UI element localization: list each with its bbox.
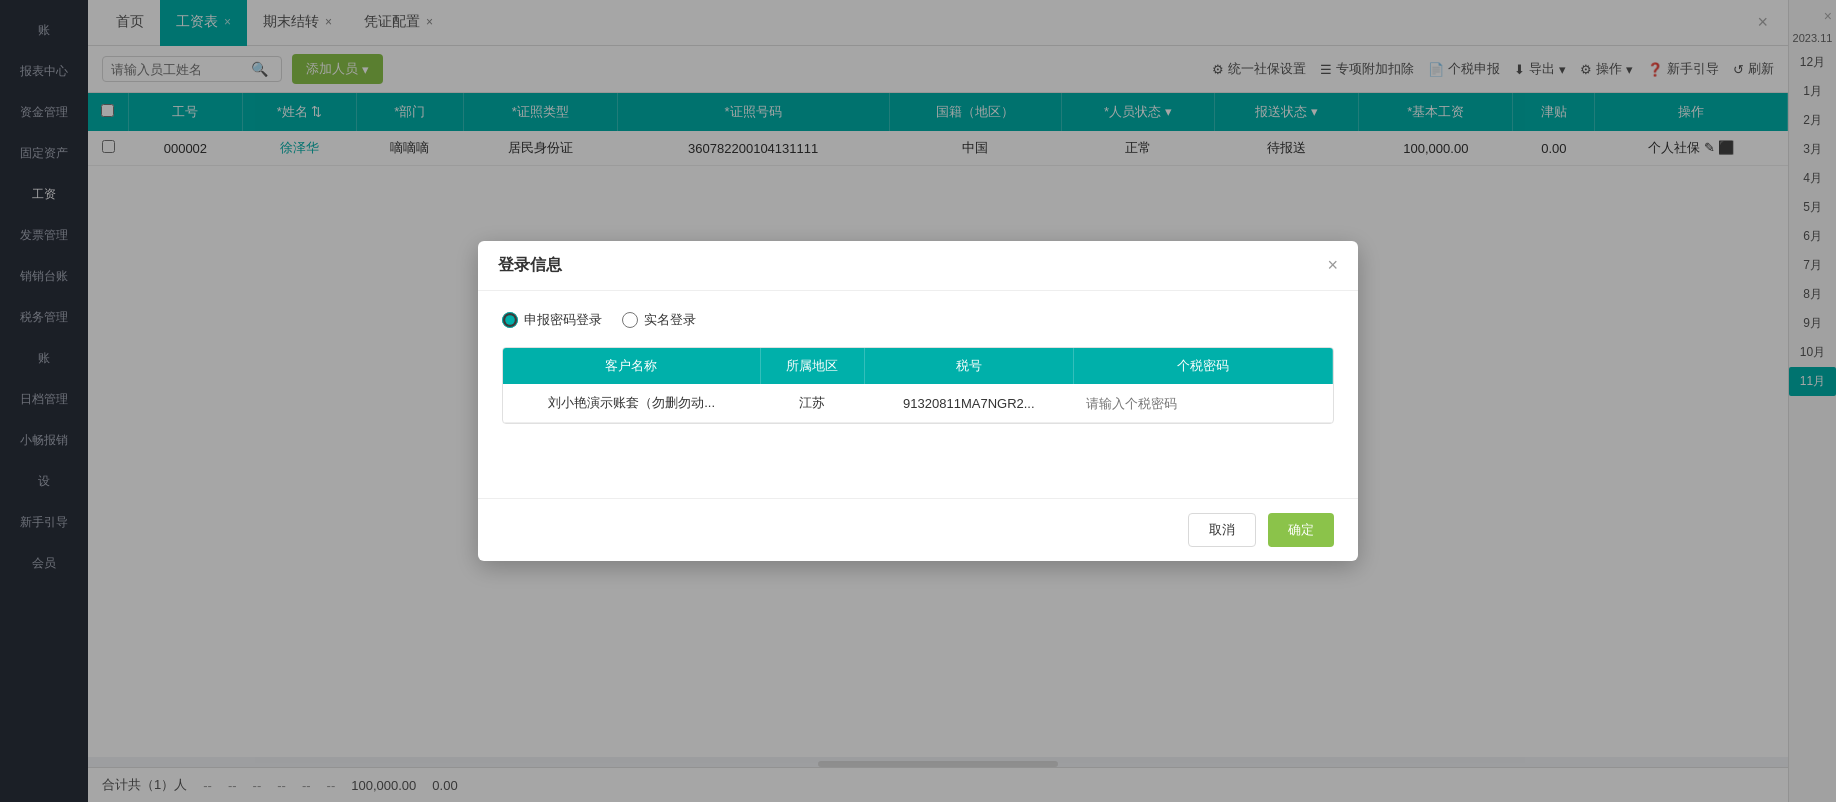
dialog-body: 申报密码登录 实名登录 客户名称 所属地区 税号 个税密码 [478, 291, 1358, 498]
dialog-client-name: 刘小艳演示账套（勿删勿动... [503, 384, 760, 423]
dialog-table: 客户名称 所属地区 税号 个税密码 刘小艳演示账套（勿删勿动... 江苏 913… [503, 348, 1333, 423]
tax-password-input[interactable] [1086, 396, 1321, 411]
dialog-overlay[interactable]: 登录信息 × 申报密码登录 实名登录 客户名称 [0, 0, 1836, 802]
dialog-password-cell[interactable] [1074, 384, 1333, 423]
radio-realname-login[interactable]: 实名登录 [622, 311, 696, 329]
dialog-region: 江苏 [760, 384, 864, 423]
dialog-col-client: 客户名称 [503, 348, 760, 384]
dialog-title: 登录信息 [498, 255, 562, 276]
login-info-dialog: 登录信息 × 申报密码登录 实名登录 客户名称 [478, 241, 1358, 561]
dialog-footer: 取消 确定 [478, 498, 1358, 561]
dialog-header: 登录信息 × [478, 241, 1358, 291]
dialog-col-region: 所属地区 [760, 348, 864, 384]
confirm-button[interactable]: 确定 [1268, 513, 1334, 547]
radio-realname-input[interactable] [622, 312, 638, 328]
dialog-col-tax-no: 税号 [864, 348, 1074, 384]
radio-password-login[interactable]: 申报密码登录 [502, 311, 602, 329]
login-type-radio-group: 申报密码登录 实名登录 [502, 311, 1334, 329]
cancel-button[interactable]: 取消 [1188, 513, 1256, 547]
radio-password-label: 申报密码登录 [524, 311, 602, 329]
dialog-table-wrap: 客户名称 所属地区 税号 个税密码 刘小艳演示账套（勿删勿动... 江苏 913… [502, 347, 1334, 424]
radio-realname-label: 实名登录 [644, 311, 696, 329]
dialog-tax-no: 91320811MA7NGR2... [864, 384, 1074, 423]
dialog-close-icon[interactable]: × [1327, 255, 1338, 276]
radio-password-input[interactable] [502, 312, 518, 328]
dialog-table-row: 刘小艳演示账套（勿删勿动... 江苏 91320811MA7NGR2... [503, 384, 1333, 423]
dialog-col-password: 个税密码 [1074, 348, 1333, 384]
